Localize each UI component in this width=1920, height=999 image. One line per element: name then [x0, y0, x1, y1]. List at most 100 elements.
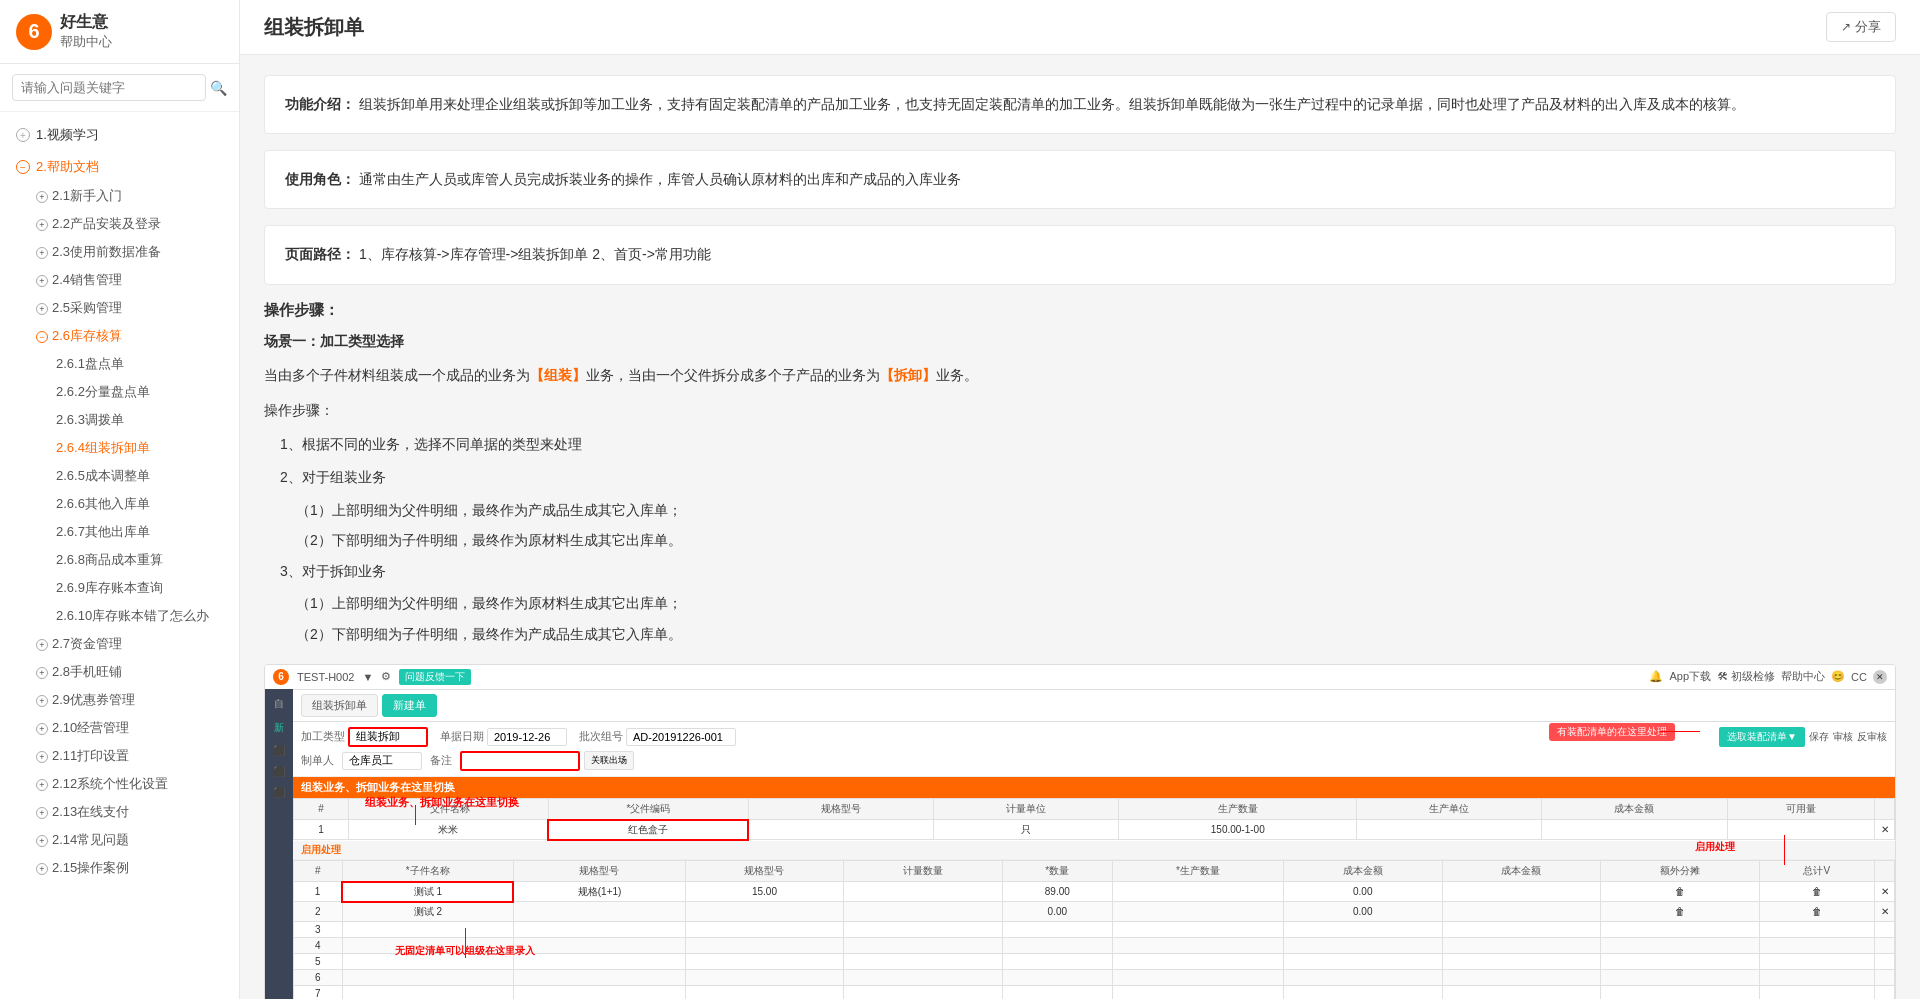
parent-table-row-1: 1 米米 红色盒子 只 150.00-1-00 [294, 820, 1895, 840]
feature-intro-box: 功能介绍： 组装拆卸单用来处理企业组装或拆卸等加工业务，支持有固定装配清单的产品… [264, 75, 1896, 134]
col-cost: 成本金额 [1542, 798, 1727, 820]
annotation-toggle: 组装业务、拆卸业务在这里切换 [365, 795, 519, 810]
path-text: 1、库存核算->库存管理->组装拆卸单 2、首页->常用功能 [359, 246, 711, 262]
annotation-line-toggle [415, 805, 416, 825]
form-input-remark[interactable] [460, 751, 580, 771]
sidebar-item-other-in[interactable]: 2.6.6其他入库单 [0, 490, 239, 518]
role-label: 使用角色： [285, 171, 355, 187]
form-field-batch: 批次组号 [579, 728, 736, 746]
sidebar-item-data-prep[interactable]: +2.3使用前数据准备 [0, 238, 239, 266]
sub-table-row-7: 7 [294, 985, 1895, 999]
sub-items-table: # *子件名称 规格型号 规格型号 计量数量 *数量 *生产数量 成本金额 成本 [293, 860, 1895, 1000]
content-area: 功能介绍： 组装拆卸单用来处理企业组装或拆卸等加工业务，支持有固定装配清单的产品… [240, 55, 1920, 999]
page-title: 组装拆卸单 [264, 14, 364, 41]
choose-bom-btn[interactable]: 选取装配清单▼ [1719, 727, 1805, 747]
sidebar-item-faq[interactable]: +2.14常见问题 [0, 826, 239, 854]
minus-icon: − [16, 160, 30, 174]
sub-table-row-3: 3 [294, 921, 1895, 937]
app-sidebar-strip: 自 新 ⬛ ⬛ ⬛ [265, 689, 293, 1000]
sidebar-item-finance[interactable]: +2.7资金管理 [0, 630, 239, 658]
form-input-type[interactable] [348, 727, 428, 747]
annotation-bom: 有装配清单的在这里处理 [1549, 723, 1675, 741]
annotation-line-enable [1784, 835, 1785, 865]
parent-code-cell: 红色盒子 [548, 820, 748, 840]
sub-table-row-1: 1 测试 1 规格(1+1) 15.00 89.00 0.00 [294, 882, 1895, 902]
sidebar-item-partial-stocktake[interactable]: 2.6.2分量盘点单 [0, 378, 239, 406]
app-topbar-right: 🔔 App下载 🛠 初级检修 帮助中心 😊 CC ✕ [1649, 669, 1887, 684]
sidebar-item-other-out[interactable]: 2.6.7其他出库单 [0, 518, 239, 546]
assembly-type-bar: 组装业务、拆卸业务在这里切换 [293, 777, 1895, 798]
sidebar-item-inventory-error[interactable]: 2.6.10库存账本错了怎么办 [0, 602, 239, 630]
form-input-operator[interactable] [342, 752, 422, 770]
step3-sub2: （2）下部明细为子件明细，最终作为产成品生成其它入库单。 [296, 621, 1896, 648]
feature-intro-label: 功能介绍： [285, 96, 355, 112]
col-qty: 生产数量 [1119, 798, 1357, 820]
path-label: 页面路径： [285, 246, 355, 262]
sidebar-item-videos[interactable]: + 1.视频学习 [0, 120, 239, 150]
feature-intro-text: 组装拆卸单用来处理企业组装或拆卸等加工业务，支持有固定装配清单的产品加工业务，也… [359, 96, 1745, 112]
sidebar-item-coupon[interactable]: +2.9优惠券管理 [0, 686, 239, 714]
sidebar: 6 好生意 帮助中心 🔍 + 1.视频学习 − 2.帮助文档 +2.1新手 [0, 0, 240, 999]
close-icon[interactable]: ✕ [1873, 670, 1887, 684]
sidebar-item-inventory-ledger[interactable]: 2.6.9库存账本查询 [0, 574, 239, 602]
app-screenshot: 6 TEST-H002 ▼ ⚙ 问题反馈一下 🔔 App下载 🛠 初级检修 帮助… [265, 665, 1895, 1000]
brand-name: 好生意 帮助中心 [60, 12, 112, 51]
sub-table-row-6: 6 [294, 969, 1895, 985]
app-nav-tabs: 组装拆卸单 新建单 [293, 690, 1895, 722]
search-input[interactable] [12, 74, 206, 101]
role-text: 通常由生产人员或库管人员完成拆装业务的操作，库管人员确认原材料的出库和产成品的入… [359, 171, 961, 187]
col-seq: # [294, 798, 349, 820]
sidebar-item-transfer[interactable]: 2.6.3调拨单 [0, 406, 239, 434]
sidebar-item-cost-adjust[interactable]: 2.6.5成本调整单 [0, 462, 239, 490]
ops-steps-title: 操作步骤： [264, 301, 1896, 320]
sidebar-item-assembly[interactable]: 2.6.4组装拆卸单 [0, 434, 239, 462]
app-topbar-left: 6 TEST-H002 ▼ ⚙ 问题反馈一下 [273, 669, 471, 685]
sidebar-item-payment[interactable]: +2.13在线支付 [0, 798, 239, 826]
logo-icon: 6 [16, 14, 52, 50]
sidebar-item-docs[interactable]: − 2.帮助文档 [0, 152, 239, 182]
tab-new-doc[interactable]: 新建单 [382, 694, 437, 717]
parent-items-table-container: # *父件名称 *父件编码 规格型号 计量单位 生产数量 生产单位 成本金额 可 [293, 798, 1895, 841]
col-unit: 计量单位 [934, 798, 1119, 820]
sidebar-item-inventory[interactable]: −2.6库存核算 [0, 322, 239, 350]
app-topbar: 6 TEST-H002 ▼ ⚙ 问题反馈一下 🔔 App下载 🛠 初级检修 帮助… [265, 665, 1895, 690]
sub-items-table-container: # *子件名称 规格型号 规格型号 计量数量 *数量 *生产数量 成本金额 成本 [293, 860, 1895, 1000]
sidebar-item-personalize[interactable]: +2.12系统个性化设置 [0, 770, 239, 798]
step2-sub2: （2）下部明细为子件明细，最终作为原材料生成其它出库单。 [296, 527, 1896, 554]
expand-remark-btn[interactable]: 关联出场 [584, 751, 634, 770]
nav-section-docs: − 2.帮助文档 +2.1新手入门 +2.2产品安装及登录 +2.3使用前数据准… [0, 152, 239, 882]
sidebar-item-stocktake[interactable]: 2.6.1盘点单 [0, 350, 239, 378]
ops-steps-sub-label: 操作步骤： [264, 397, 1896, 424]
tab-assembly-list[interactable]: 组装拆卸单 [301, 694, 378, 717]
form-input-batch[interactable] [626, 728, 736, 746]
share-icon: ↗ [1841, 20, 1851, 34]
sidebar-item-install[interactable]: +2.2产品安装及登录 [0, 210, 239, 238]
col-spec: 规格型号 [748, 798, 933, 820]
sidebar-item-purchase[interactable]: +2.5采购管理 [0, 294, 239, 322]
col-prod-unit: 生产单位 [1357, 798, 1542, 820]
step3: 3、对于拆卸业务 [280, 558, 1896, 585]
path-box: 页面路径： 1、库存核算->库存管理->组装拆卸单 2、首页->常用功能 [264, 225, 1896, 284]
search-box: 🔍 [0, 64, 239, 112]
col-parent-code: *父件编码 [548, 798, 748, 820]
sidebar-item-mobile[interactable]: +2.8手机旺铺 [0, 658, 239, 686]
sidebar-item-cases[interactable]: +2.15操作案例 [0, 854, 239, 882]
top-bar: 组装拆卸单 ↗ 分享 [240, 0, 1920, 55]
sidebar-item-print[interactable]: +2.11打印设置 [0, 742, 239, 770]
annotation-line-1 [1660, 731, 1700, 732]
annotation-line-no-bom [465, 928, 466, 958]
step3-sub1: （1）上部明细为父件明细，最终作为原材料生成其它出库单； [296, 590, 1896, 617]
col-action [1875, 798, 1895, 820]
sidebar-item-newbie[interactable]: +2.1新手入门 [0, 182, 239, 210]
feedback-btn[interactable]: 问题反馈一下 [399, 669, 471, 685]
app-screenshot-container: 6 TEST-H002 ▼ ⚙ 问题反馈一下 🔔 App下载 🛠 初级检修 帮助… [264, 664, 1896, 1000]
assembly-type-label: 组装业务、拆卸业务在这里切换 [301, 780, 455, 795]
search-button[interactable]: 🔍 [210, 80, 227, 96]
share-button[interactable]: ↗ 分享 [1826, 12, 1896, 42]
sidebar-item-ops[interactable]: +2.10经营管理 [0, 714, 239, 742]
form-field-date: 单据日期 [440, 728, 567, 746]
form-input-date[interactable] [487, 728, 567, 746]
sidebar-item-sales[interactable]: +2.4销售管理 [0, 266, 239, 294]
sidebar-item-cost-recalc[interactable]: 2.6.8商品成本重算 [0, 546, 239, 574]
plus-icon: + [16, 128, 30, 142]
